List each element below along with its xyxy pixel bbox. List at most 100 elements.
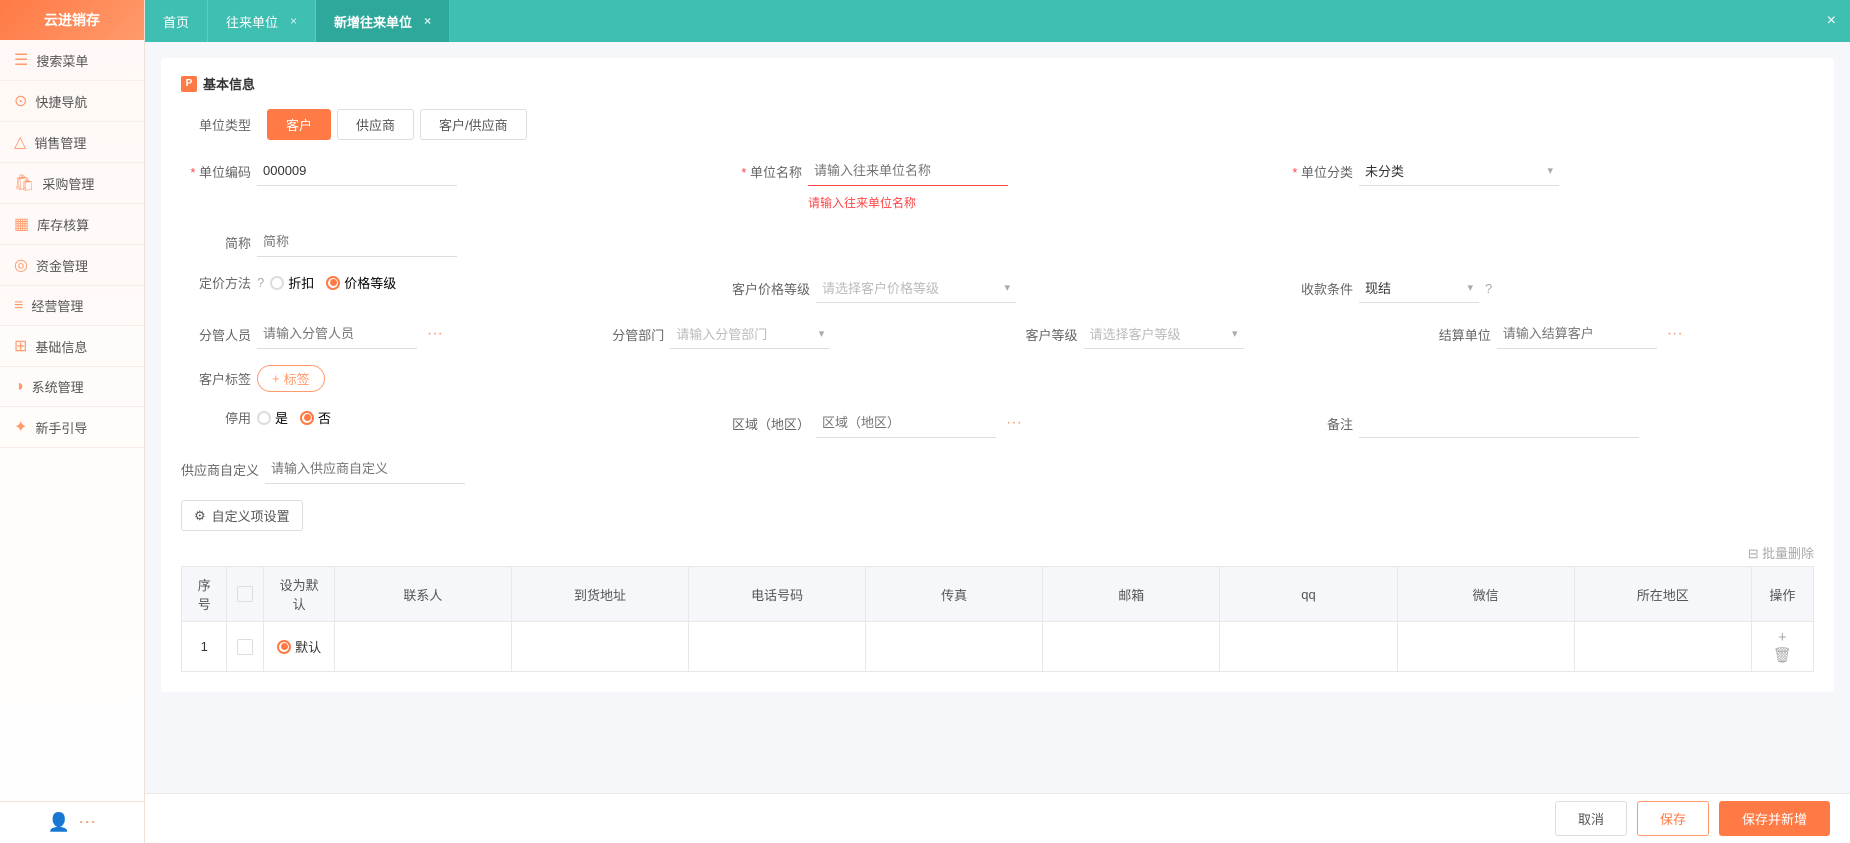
sidebar-item-operation[interactable]: ≡ 经营管理 (0, 286, 144, 326)
remark-label: 备注 (1283, 414, 1353, 433)
sidebar-item-baseinfo[interactable]: ⊞ 基础信息 (0, 326, 144, 367)
td-checkbox[interactable] (227, 622, 264, 672)
phone-input[interactable] (699, 639, 855, 654)
td-qq[interactable] (1220, 622, 1397, 672)
inventory-icon: ▦ (14, 214, 29, 234)
btn-supplier[interactable]: 供应商 (337, 109, 414, 140)
sidebar-item-guide[interactable]: ✦ 新手引导 (0, 407, 144, 448)
sidebar-label-system: 系统管理 (32, 377, 84, 396)
td-email[interactable] (1043, 622, 1220, 672)
save-button[interactable]: 保存 (1637, 801, 1709, 836)
settlement-more-btn[interactable]: ··· (1663, 325, 1687, 343)
supplier-custom-input[interactable] (265, 454, 465, 484)
radio-no[interactable]: 否 (300, 408, 331, 427)
short-name-input[interactable] (257, 227, 457, 257)
pricing-help-icon[interactable]: ? (257, 275, 264, 290)
tab-units-close[interactable]: × (290, 14, 297, 28)
th-checkbox[interactable] (227, 567, 264, 622)
th-qq: qq (1220, 567, 1397, 622)
sidebar-user-icon[interactable]: 👤 (48, 812, 70, 833)
cancel-button[interactable]: 取消 (1555, 801, 1627, 836)
remark-input[interactable] (1359, 408, 1639, 438)
td-default[interactable]: 默认 (264, 622, 334, 672)
batch-delete-btn[interactable]: ⊟ 批量删除 (181, 543, 1814, 562)
th-action: 操作 (1751, 567, 1813, 622)
sidebar-item-purchase[interactable]: 🛍 采购管理 (0, 163, 144, 204)
sidebar-more-icon[interactable]: ⋯ (78, 812, 96, 833)
customer-price-level-placeholder: 请选择客户价格等级 (822, 278, 939, 297)
row-default-radio[interactable] (277, 640, 291, 654)
radio-price-level[interactable]: 价格等级 (326, 273, 396, 292)
td-fax[interactable] (866, 622, 1043, 672)
region-more-btn[interactable]: ··· (1002, 414, 1026, 432)
select-all-checkbox[interactable] (237, 586, 253, 602)
unit-name-label: 单位名称 (732, 162, 802, 181)
group-customer-price-level: 客户价格等级 请选择客户价格等级 ▾ (732, 273, 1263, 303)
th-address: 到货地址 (511, 567, 688, 622)
sidebar-item-finance[interactable]: ◎ 资金管理 (0, 245, 144, 286)
region-input[interactable] (816, 408, 996, 438)
save-new-button[interactable]: 保存并新增 (1719, 801, 1830, 836)
group-dept: 分管部门 请输入分管部门 ▾ (594, 319, 987, 349)
contact-input[interactable] (345, 639, 501, 654)
sidebar-item-inventory[interactable]: ▦ 库存核算 (0, 204, 144, 245)
sidebar-item-search[interactable]: ☰ 搜索菜单 (0, 40, 144, 81)
settlement-input[interactable] (1497, 319, 1657, 349)
customer-price-level-select[interactable]: 请选择客户价格等级 ▾ (816, 273, 1016, 303)
sidebar-item-quicknav[interactable]: ⊙ 快捷导航 (0, 81, 144, 122)
manager-input[interactable] (257, 319, 417, 349)
custom-settings-btn[interactable]: ⚙ 自定义项设置 (181, 500, 303, 531)
radio-price-level-outer (326, 276, 340, 290)
email-input[interactable] (1053, 639, 1209, 654)
purchase-icon: 🛍 (14, 173, 34, 193)
sidebar-item-sales[interactable]: △ 销售管理 (0, 122, 144, 163)
payment-help-icon[interactable]: ? (1485, 281, 1492, 296)
sidebar-label-sales: 销售管理 (34, 133, 86, 152)
qq-input[interactable] (1230, 639, 1386, 654)
section-icon: P (181, 76, 197, 92)
payment-terms-select[interactable]: 现结 ▾ (1359, 273, 1479, 303)
short-name-label: 简称 (181, 233, 251, 252)
radio-yes[interactable]: 是 (257, 408, 288, 427)
row-delete-btn[interactable]: 🗑 (1770, 646, 1795, 664)
td-phone[interactable] (689, 622, 866, 672)
customer-level-select[interactable]: 请选择客户等级 ▾ (1084, 319, 1244, 349)
td-wechat[interactable] (1397, 622, 1574, 672)
address-input[interactable] (522, 639, 678, 654)
row-checkbox[interactable] (237, 639, 253, 655)
unit-category-select[interactable]: 未分类 ▾ (1359, 156, 1559, 186)
form-row-pricing: 定价方法 ? 折扣 价格等级 (181, 273, 1814, 303)
td-contact[interactable] (334, 622, 511, 672)
sidebar-item-system[interactable]: ◑ 系统管理 (0, 367, 144, 407)
tabs-bar: 首页 往来单位 × 新增往来单位 × × (145, 0, 1850, 42)
btn-customer[interactable]: 客户 (267, 109, 331, 140)
dept-select[interactable]: 请输入分管部门 ▾ (670, 319, 830, 349)
baseinfo-icon: ⊞ (14, 336, 27, 356)
tab-new-unit[interactable]: 新增往来单位 × (316, 0, 450, 42)
tab-units[interactable]: 往来单位 × (208, 0, 316, 42)
custom-settings-label: 自定义项设置 (212, 506, 290, 525)
td-location[interactable] (1574, 622, 1751, 672)
sales-icon: △ (14, 132, 26, 152)
content-area: P 基本信息 单位类型 客户 供应商 客户/供应商 单位编码 单位名称 (145, 42, 1850, 793)
radio-price-level-label: 价格等级 (344, 273, 396, 292)
unit-name-input[interactable] (808, 156, 1008, 186)
dept-label: 分管部门 (594, 325, 664, 344)
fax-input[interactable] (876, 639, 1032, 654)
row-add-btn[interactable]: + (1775, 629, 1790, 646)
location-input[interactable] (1585, 639, 1741, 654)
manager-more-btn[interactable]: ··· (423, 325, 447, 343)
radio-discount[interactable]: 折扣 (270, 273, 314, 292)
group-short-name: 简称 (181, 227, 1814, 257)
td-address[interactable] (511, 622, 688, 672)
btn-both[interactable]: 客户/供应商 (420, 109, 527, 140)
wechat-input[interactable] (1408, 639, 1564, 654)
unit-code-input[interactable] (257, 156, 457, 186)
group-unit-code: 单位编码 (181, 156, 712, 186)
add-tag-btn[interactable]: + 标签 (257, 365, 325, 392)
footer: 取消 保存 保存并新增 (145, 793, 1850, 843)
settings-gear-icon: ⚙ (194, 508, 206, 524)
tab-new-unit-close[interactable]: × (424, 14, 431, 28)
close-all-tabs[interactable]: × (1813, 12, 1850, 30)
tab-home[interactable]: 首页 (145, 0, 208, 42)
